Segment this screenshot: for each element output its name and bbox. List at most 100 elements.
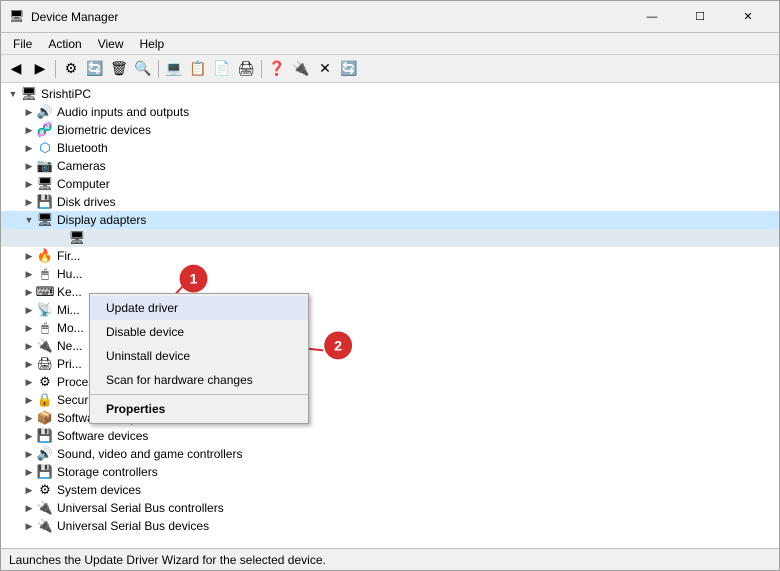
toolbar-resources[interactable]: 📄: [211, 58, 233, 80]
item-arrow: [21, 392, 37, 408]
list-item[interactable]: 🖥: [1, 229, 779, 247]
item-label: Universal Serial Bus devices: [55, 519, 209, 533]
list-item[interactable]: ⬡ Bluetooth: [1, 139, 779, 157]
menu-file[interactable]: File: [5, 35, 40, 53]
toolbar-remove[interactable]: ✕: [314, 58, 336, 80]
item-label: Audio inputs and outputs: [55, 105, 189, 119]
item-icon: 🔒: [37, 392, 53, 408]
item-icon: 🔌: [37, 500, 53, 516]
list-item[interactable]: 🔥 Fir...: [1, 247, 779, 265]
app-title: Device Manager: [31, 10, 118, 24]
toolbar-forward[interactable]: ▶: [29, 58, 51, 80]
item-label: Hu...: [55, 267, 82, 281]
item-arrow: [21, 104, 37, 120]
toolbar-uninstall[interactable]: 🗑: [108, 58, 130, 80]
item-label: Mo...: [55, 321, 84, 335]
display-adapters-item[interactable]: 🖥 Display adapters: [1, 211, 779, 229]
menu-help[interactable]: Help: [132, 35, 173, 53]
context-menu-properties[interactable]: Properties: [90, 397, 308, 421]
item-label: Display adapters: [55, 213, 146, 227]
item-label: Pri...: [55, 357, 82, 371]
close-button[interactable]: ✕: [725, 7, 771, 27]
item-arrow: [21, 518, 37, 534]
item-label: Cameras: [55, 159, 106, 173]
list-item[interactable]: 📷 Cameras: [1, 157, 779, 175]
item-icon: ⌨: [37, 284, 53, 300]
item-icon: 🧬: [37, 122, 53, 138]
menu-action[interactable]: Action: [40, 35, 89, 53]
bluetooth-icon: ⬡: [37, 140, 53, 156]
list-item[interactable]: 💾 Disk drives: [1, 193, 779, 211]
item-arrow: [21, 500, 37, 516]
toolbar-update-driver[interactable]: 🔄: [84, 58, 106, 80]
list-item[interactable]: 🔌 Universal Serial Bus controllers: [1, 499, 779, 517]
root-icon: 🖥: [21, 86, 37, 102]
item-icon: 🔥: [37, 248, 53, 264]
toolbar-add-hardware[interactable]: 🔌: [290, 58, 312, 80]
app-icon: 🖥: [9, 9, 25, 25]
item-arrow: [21, 284, 37, 300]
toolbar-scan[interactable]: 🔍: [132, 58, 154, 80]
status-bar: Launches the Update Driver Wizard for th…: [1, 548, 779, 570]
context-menu-disable[interactable]: Disable device: [90, 320, 308, 344]
menu-bar: File Action View Help: [1, 33, 779, 55]
list-item[interactable]: 🖥 Computer: [1, 175, 779, 193]
title-bar-controls: — ☐ ✕: [629, 7, 771, 27]
list-item[interactable]: 🧬 Biometric devices: [1, 121, 779, 139]
root-arrow: [5, 86, 21, 102]
item-icon: 💾: [37, 194, 53, 210]
tree-root[interactable]: 🖥 SrishtiPC: [1, 85, 779, 103]
item-label: System devices: [55, 483, 141, 497]
item-label: Mi...: [55, 303, 80, 317]
item-icon: 🔊: [37, 104, 53, 120]
toolbar-back[interactable]: ◀: [5, 58, 27, 80]
item-icon: 🖨: [37, 356, 53, 372]
item-icon: 📷: [37, 158, 53, 174]
item-icon: 🖱: [37, 320, 53, 336]
menu-view[interactable]: View: [90, 35, 132, 53]
list-item[interactable]: 💾 Software devices: [1, 427, 779, 445]
list-item[interactable]: 🔊 Audio inputs and outputs: [1, 103, 779, 121]
item-label: Computer: [55, 177, 110, 191]
list-item[interactable]: 🔌 Universal Serial Bus devices: [1, 517, 779, 535]
toolbar-sep3: [261, 60, 262, 78]
minimize-button[interactable]: —: [629, 7, 675, 27]
toolbar-refresh[interactable]: 🔄: [338, 58, 360, 80]
item-arrow: [21, 176, 37, 192]
item-arrow: [21, 338, 37, 354]
list-item[interactable]: ⚙ System devices: [1, 481, 779, 499]
title-bar-left: 🖥 Device Manager: [9, 9, 118, 25]
item-label: Ke...: [55, 285, 82, 299]
item-arrow: [21, 482, 37, 498]
item-icon: 🔌: [37, 518, 53, 534]
item-arrow: [21, 374, 37, 390]
toolbar-computer[interactable]: 💻: [163, 58, 185, 80]
item-label: Universal Serial Bus controllers: [55, 501, 224, 515]
item-arrow: [53, 230, 69, 246]
toolbar-sep2: [158, 60, 159, 78]
item-arrow: [21, 302, 37, 318]
list-item[interactable]: 🖱 Hu...: [1, 265, 779, 283]
context-menu-update-driver[interactable]: Update driver: [90, 296, 308, 320]
list-item[interactable]: 💾 Storage controllers: [1, 463, 779, 481]
list-item[interactable]: 🔊 Sound, video and game controllers: [1, 445, 779, 463]
root-label: SrishtiPC: [39, 87, 91, 101]
maximize-button[interactable]: ☐: [677, 7, 723, 27]
item-label: Fir...: [55, 249, 80, 263]
item-arrow: [21, 248, 37, 264]
item-icon: 🖥: [69, 230, 85, 246]
item-arrow: [21, 122, 37, 138]
item-arrow: [21, 356, 37, 372]
toolbar: ◀ ▶ ⚙ 🔄 🗑 🔍 💻 📋 📄 🖨 ❓ 🔌 ✕ 🔄: [1, 55, 779, 83]
toolbar-help[interactable]: ❓: [266, 58, 288, 80]
item-icon: 💾: [37, 428, 53, 444]
item-icon: 🖥: [37, 176, 53, 192]
context-menu-uninstall[interactable]: Uninstall device: [90, 344, 308, 368]
toolbar-print[interactable]: 🖨: [235, 58, 257, 80]
toolbar-devices[interactable]: 📋: [187, 58, 209, 80]
context-menu-scan[interactable]: Scan for hardware changes: [90, 368, 308, 392]
toolbar-properties[interactable]: ⚙: [60, 58, 82, 80]
main-area: 🖥 SrishtiPC 🔊 Audio inputs and outputs 🧬…: [1, 83, 779, 548]
item-arrow: [21, 212, 37, 228]
title-bar: 🖥 Device Manager — ☐ ✕: [1, 1, 779, 33]
